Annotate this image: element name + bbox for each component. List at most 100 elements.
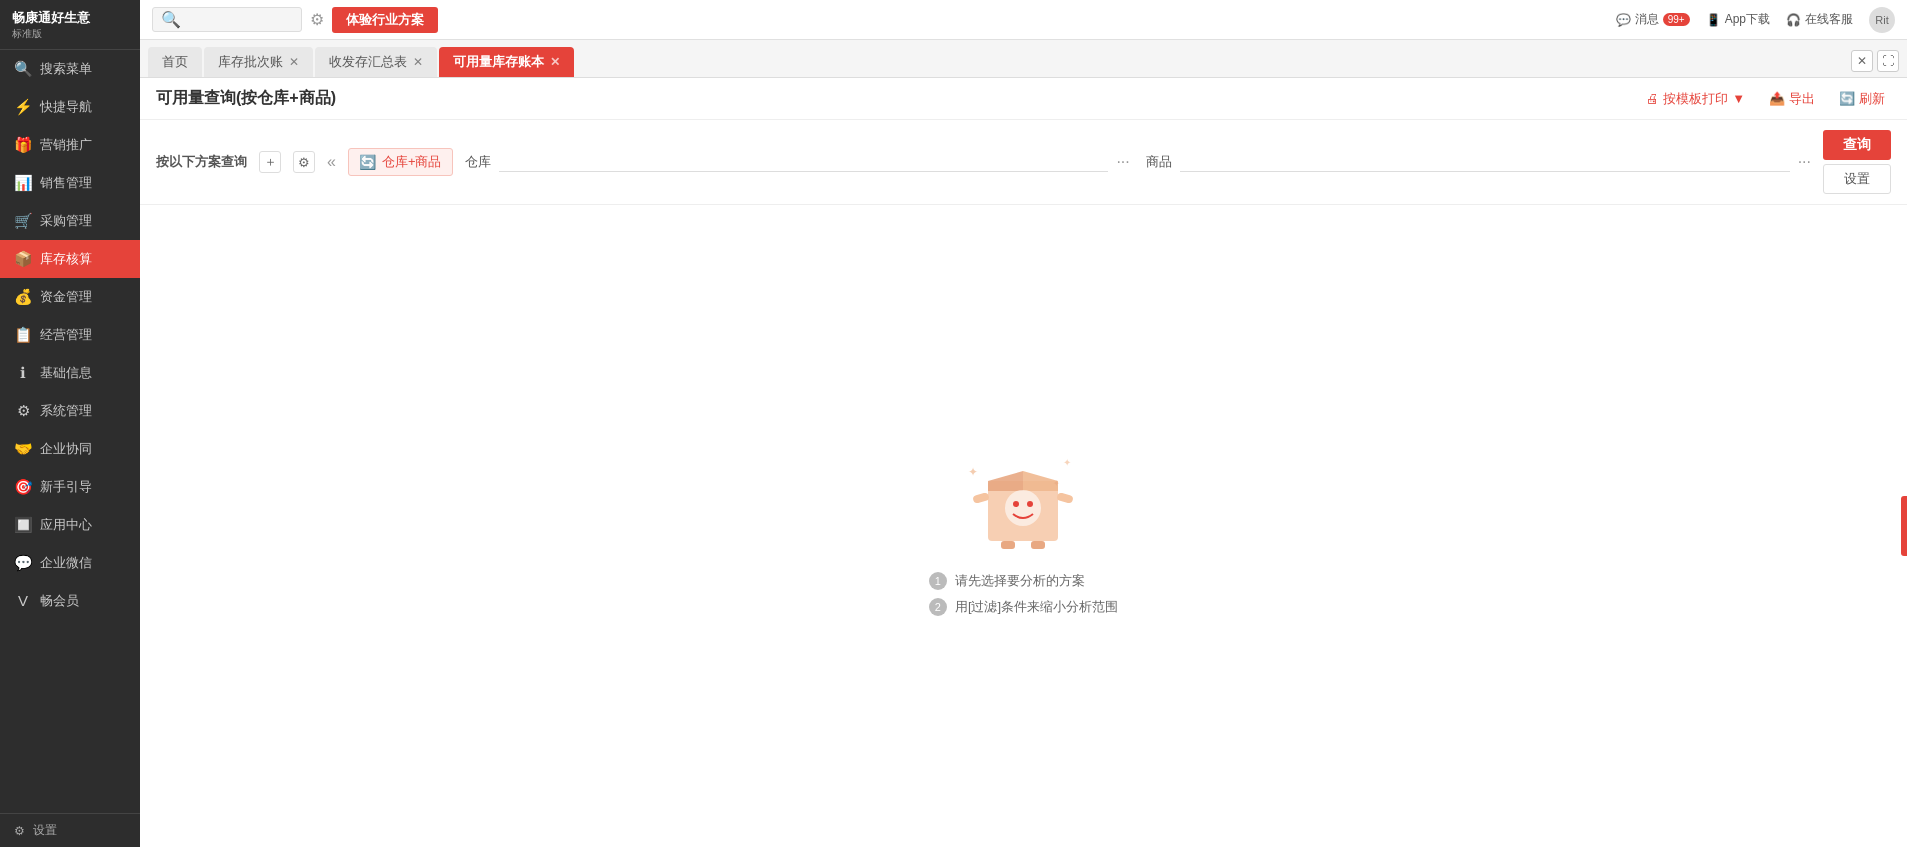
topbar-search-input[interactable]	[185, 13, 285, 27]
online-service-item[interactable]: 🎧 在线客服	[1786, 11, 1853, 28]
empty-tips: 1 请先选择要分析的方案 2 用[过滤]条件来缩小分析范围	[929, 572, 1118, 616]
svg-rect-6	[1001, 541, 1015, 549]
topbar-gear-icon[interactable]: ⚙	[310, 10, 324, 29]
svg-rect-8	[973, 492, 991, 504]
sidebar-item-label: 应用中心	[40, 516, 92, 534]
app-name: 畅康通好生意	[12, 10, 128, 27]
sidebar-item-系统管理[interactable]: ⚙系统管理	[0, 392, 140, 430]
tip-text-2: 用[过滤]条件来缩小分析范围	[955, 598, 1118, 616]
export-label: 导出	[1789, 90, 1815, 108]
sidebar-item-销售管理[interactable]: 📊销售管理	[0, 164, 140, 202]
tab-close-button[interactable]: ✕	[413, 56, 423, 68]
sidebar-bottom-label: 设置	[33, 822, 57, 839]
sidebar-item-企业微信[interactable]: 💬企业微信	[0, 544, 140, 582]
filter-collapse-button[interactable]: «	[327, 153, 336, 171]
sidebar-item-快捷导航[interactable]: ⚡快捷导航	[0, 88, 140, 126]
goods-input[interactable]	[1180, 152, 1790, 172]
tab-label: 首页	[162, 53, 188, 71]
main-area: 🔍 ⚙ 体验行业方案 💬 消息 99+ 📱 App下载 🎧 在线客服 Rit	[140, 0, 1907, 847]
sidebar-item-label: 资金管理	[40, 288, 92, 306]
filter-label: 按以下方案查询	[156, 153, 247, 171]
print-icon: 🖨	[1646, 91, 1659, 106]
print-button[interactable]: 🖨 按模板打印 ▼	[1640, 86, 1751, 112]
tabbar-expand-button[interactable]: ⛶	[1877, 50, 1899, 72]
sidebar-item-经营管理[interactable]: 📋经营管理	[0, 316, 140, 354]
scheme-label: 仓库+商品	[382, 153, 442, 171]
warehouse-field: 仓库 ···	[465, 152, 1130, 172]
sidebar-item-label: 采购管理	[40, 212, 92, 230]
export-button[interactable]: 📤 导出	[1763, 86, 1821, 112]
warehouse-input[interactable]	[499, 152, 1109, 172]
query-button[interactable]: 查询	[1823, 130, 1891, 160]
tip-num-2: 2	[929, 598, 947, 616]
sidebar-icon: 💬	[14, 554, 32, 572]
scheme-icon: 🔄	[359, 154, 376, 170]
sidebar-item-资金管理[interactable]: 💰资金管理	[0, 278, 140, 316]
app-download-item[interactable]: 📱 App下载	[1706, 11, 1770, 28]
filter-gear-button[interactable]: ⚙	[293, 151, 315, 173]
download-icon: 📱	[1706, 13, 1721, 27]
sidebar-item-label: 企业协同	[40, 440, 92, 458]
tab-close-button[interactable]: ✕	[550, 56, 560, 68]
sidebar-item-畅会员[interactable]: V 畅会员	[0, 582, 140, 620]
sidebar-nav: 🔍搜索菜单⚡快捷导航🎁营销推广📊销售管理🛒采购管理 📦 库存核算 💰资金管理📋经营管理…	[0, 50, 140, 813]
sidebar-item-搜索菜单[interactable]: 🔍搜索菜单	[0, 50, 140, 88]
trial-button[interactable]: 体验行业方案	[332, 7, 438, 33]
sidebar-icon: 📋	[14, 326, 32, 344]
tab-close-button[interactable]: ✕	[289, 56, 299, 68]
filter-scheme-item[interactable]: 🔄 仓库+商品	[348, 148, 453, 176]
svg-rect-9	[1057, 492, 1075, 504]
tab-2[interactable]: 收发存汇总表✕	[315, 47, 437, 77]
sidebar-icon: ℹ	[14, 364, 32, 382]
tip-text-1: 请先选择要分析的方案	[955, 572, 1085, 590]
filter-add-button[interactable]: ＋	[259, 151, 281, 173]
warehouse-label: 仓库	[465, 153, 491, 171]
goods-more-icon[interactable]: ···	[1798, 153, 1811, 171]
tabbar-close-button[interactable]: ✕	[1851, 50, 1873, 72]
sidebar-item-label: 搜索菜单	[40, 60, 92, 78]
tabbar: 首页库存批次账✕收发存汇总表✕可用量库存账本✕ ✕ ⛶	[140, 40, 1907, 78]
scroll-indicator	[1901, 496, 1907, 556]
message-label: 消息	[1635, 11, 1659, 28]
message-badge: 99+	[1663, 13, 1690, 26]
sidebar-icon: 📦	[14, 250, 32, 268]
avatar[interactable]: Rit	[1869, 7, 1895, 33]
sidebar: 畅康通好生意 标准版 🔍搜索菜单⚡快捷导航🎁营销推广📊销售管理🛒采购管理 📦 库存核…	[0, 0, 140, 847]
settings-button[interactable]: 设置	[1823, 164, 1891, 194]
sidebar-item-库存核算[interactable]: 📦 库存核算	[0, 240, 140, 278]
goods-label: 商品	[1146, 153, 1172, 171]
settings-icon: ⚙	[14, 824, 25, 838]
sidebar-item-新手引导[interactable]: 🎯新手引导	[0, 468, 140, 506]
sidebar-icon: ⚙	[14, 402, 32, 420]
svg-point-3	[1005, 490, 1041, 526]
tab-1[interactable]: 库存批次账✕	[204, 47, 313, 77]
print-label: 按模板打印	[1663, 90, 1728, 108]
empty-tip-1: 1 请先选择要分析的方案	[929, 572, 1118, 590]
message-icon: 💬	[1616, 13, 1631, 27]
sidebar-logo: 畅康通好生意 标准版	[0, 0, 140, 50]
service-icon: 🎧	[1786, 13, 1801, 27]
sidebar-item-label: 畅会员	[40, 592, 79, 610]
svg-point-4	[1013, 501, 1019, 507]
sidebar-item-label: 库存核算	[40, 250, 92, 268]
sidebar-item-应用中心[interactable]: 🔲应用中心	[0, 506, 140, 544]
warehouse-more-icon[interactable]: ···	[1116, 153, 1129, 171]
sidebar-settings[interactable]: ⚙ 设置	[0, 813, 140, 847]
filter-row: 按以下方案查询 ＋ ⚙ « 🔄 仓库+商品 仓库 ··· 商品 ···	[156, 130, 1891, 194]
tab-0[interactable]: 首页	[148, 47, 202, 77]
message-item[interactable]: 💬 消息 99+	[1616, 11, 1690, 28]
filter-buttons: 查询 设置	[1823, 130, 1891, 194]
export-icon: 📤	[1769, 91, 1785, 106]
sidebar-item-营销推广[interactable]: 🎁营销推广	[0, 126, 140, 164]
topbar-search-box[interactable]: 🔍	[152, 7, 302, 32]
goods-field: 商品 ···	[1146, 152, 1811, 172]
sidebar-icon: 🎁	[14, 136, 32, 154]
sidebar-item-基础信息[interactable]: ℹ基础信息	[0, 354, 140, 392]
refresh-button[interactable]: 🔄 刷新	[1833, 86, 1891, 112]
tab-3[interactable]: 可用量库存账本✕	[439, 47, 574, 77]
empty-state: ✦ ✦ ✦ 1 请先选择要分析的方案 2 用[过滤]条件来缩小分析范围	[929, 436, 1118, 616]
sidebar-item-采购管理[interactable]: 🛒采购管理	[0, 202, 140, 240]
sidebar-icon: V	[14, 592, 32, 609]
sidebar-item-企业协同[interactable]: 🤝企业协同	[0, 430, 140, 468]
topbar: 🔍 ⚙ 体验行业方案 💬 消息 99+ 📱 App下载 🎧 在线客服 Rit	[140, 0, 1907, 40]
